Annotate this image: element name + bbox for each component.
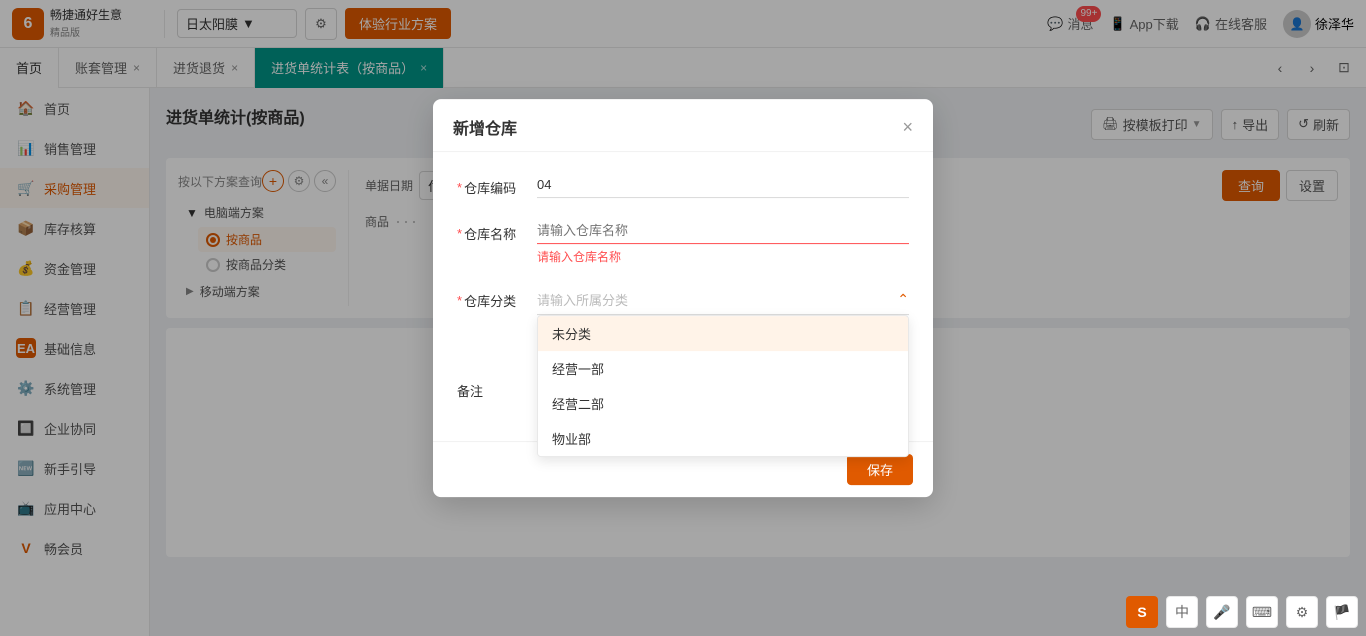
- keyboard-icon[interactable]: ⌨: [1246, 596, 1278, 628]
- flag-icon[interactable]: 🏴: [1326, 596, 1358, 628]
- name-input-wrapper: 请输入仓库名称: [537, 218, 909, 265]
- modal-title: 新增仓库: [453, 115, 517, 139]
- category-label-text: 仓库分类: [464, 291, 516, 310]
- mic-icon[interactable]: 🎤: [1206, 596, 1238, 628]
- category-dropdown: 未分类 经营一部 经营二部 物业部: [537, 315, 909, 457]
- modal-header: 新增仓库 ×: [433, 99, 933, 152]
- name-label: * 仓库名称: [457, 218, 537, 243]
- code-label-text: 仓库编码: [464, 178, 516, 197]
- category-select[interactable]: 请输入所属分类 ⌃: [537, 285, 909, 315]
- dropdown-item-uncategorized[interactable]: 未分类: [538, 316, 908, 351]
- notes-label-text: 备注: [457, 381, 483, 400]
- notes-label: 备注: [457, 375, 537, 400]
- save-button[interactable]: 保存: [847, 454, 913, 485]
- required-star-category: *: [457, 293, 462, 308]
- name-error-message: 请输入仓库名称: [537, 248, 909, 265]
- code-label: * 仓库编码: [457, 172, 537, 197]
- modal-body: * 仓库编码 * 仓库名称 请输入仓库名称 * 仓库分类: [433, 152, 933, 441]
- bottom-icons: S 中 🎤 ⌨ ⚙ 🏴: [1126, 596, 1358, 628]
- s-logo-icon: S: [1126, 596, 1158, 628]
- warehouse-code-input[interactable]: [537, 172, 909, 198]
- category-arrow-icon: ⌃: [897, 291, 909, 308]
- name-label-text: 仓库名称: [464, 224, 516, 243]
- required-star-code: *: [457, 180, 462, 195]
- warehouse-name-field: * 仓库名称 请输入仓库名称: [457, 218, 909, 265]
- dropdown-item-ops1[interactable]: 经营一部: [538, 351, 908, 386]
- modal-close-button[interactable]: ×: [902, 117, 913, 138]
- modal-new-warehouse: 新增仓库 × * 仓库编码 * 仓库名称 请输入仓库名称: [433, 99, 933, 497]
- warehouse-code-field: * 仓库编码: [457, 172, 909, 198]
- chinese-input-icon[interactable]: 中: [1166, 596, 1198, 628]
- category-input-wrapper: 请输入所属分类 ⌃ 未分类 经营一部 经营二部 物业部: [537, 285, 909, 315]
- code-input-wrapper: [537, 172, 909, 198]
- dropdown-item-property[interactable]: 物业部: [538, 421, 908, 456]
- warehouse-name-input[interactable]: [537, 218, 909, 244]
- required-star-name: *: [457, 226, 462, 241]
- category-label: * 仓库分类: [457, 285, 537, 310]
- category-placeholder: 请输入所属分类: [537, 290, 628, 309]
- dropdown-item-ops2[interactable]: 经营二部: [538, 386, 908, 421]
- system-settings-icon[interactable]: ⚙: [1286, 596, 1318, 628]
- warehouse-category-field: * 仓库分类 请输入所属分类 ⌃ 未分类 经营一部 经营二部 物业部: [457, 285, 909, 315]
